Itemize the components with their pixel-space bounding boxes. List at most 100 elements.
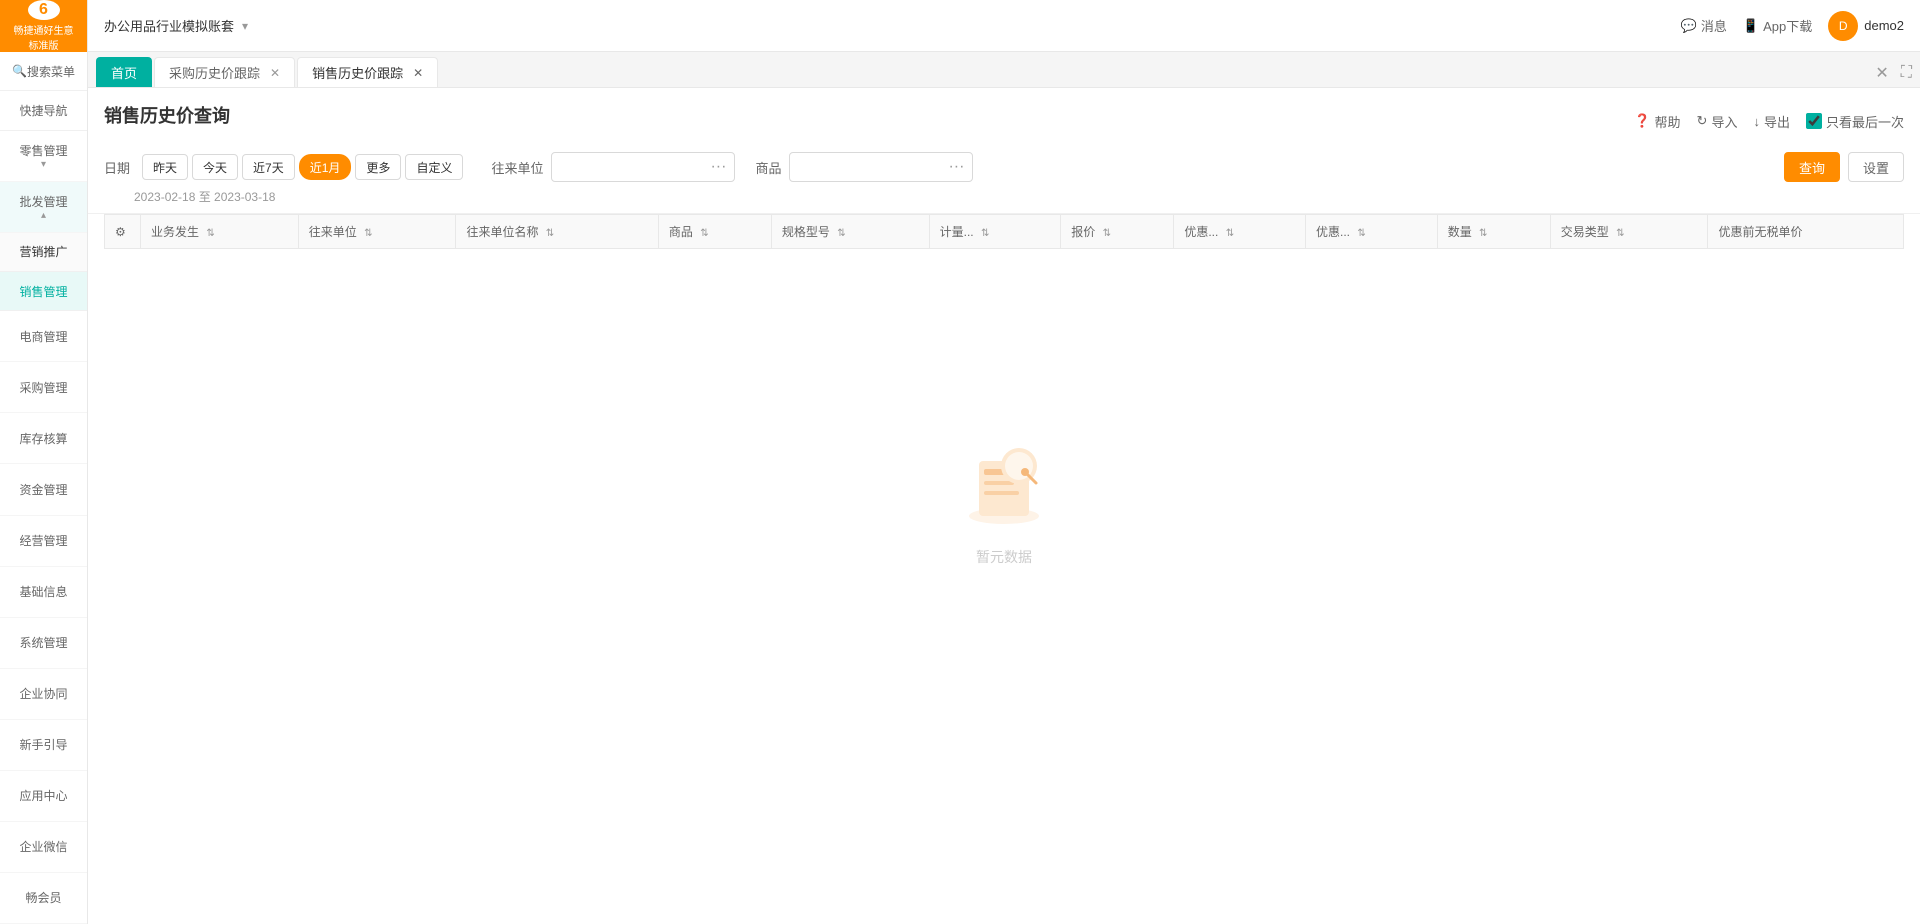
maximize-window-icon[interactable]: ⛶: [1901, 64, 1912, 82]
sidebar-item-search[interactable]: 🔍 搜索菜单: [0, 52, 88, 91]
topbar-message-btn[interactable]: 💬 消息: [1681, 16, 1727, 35]
avatar: D: [1828, 11, 1858, 41]
date-btn-more[interactable]: 更多: [355, 154, 401, 180]
sidebar-sub-item-marketing[interactable]: 营销推广: [0, 233, 88, 272]
date-btn-1month[interactable]: 近1月: [299, 154, 352, 180]
goods-input[interactable]: [798, 160, 948, 175]
date-btn-custom[interactable]: 自定义: [405, 154, 463, 180]
search-icon: 🔍: [12, 64, 27, 78]
col-partner-code-label: 往来单位: [309, 225, 357, 239]
mobile-icon: 📱: [1743, 18, 1759, 34]
sidebar-item-finance[interactable]: 资金管理: [0, 464, 88, 515]
tab-home-label: 首页: [111, 63, 137, 82]
import-btn[interactable]: ↻ 导入: [1697, 112, 1738, 131]
partner-input[interactable]: [560, 160, 710, 175]
col-spec[interactable]: 规格型号 ⇅: [771, 215, 929, 249]
sort-spec-icon[interactable]: ⇅: [837, 228, 845, 239]
col-partner-name[interactable]: 往来单位名称 ⇅: [456, 215, 658, 249]
date-btn-yesterday[interactable]: 昨天: [142, 154, 188, 180]
col-quantity-label: 数量: [1448, 225, 1472, 239]
finance-label: 资金管理: [19, 481, 67, 498]
sidebar-item-quicknav[interactable]: 快捷导航: [0, 91, 88, 130]
sidebar-item-basic[interactable]: 基础信息: [0, 567, 88, 618]
ecommerce-label: 电商管理: [19, 328, 67, 345]
sidebar-item-system[interactable]: 系统管理: [0, 618, 88, 669]
sort-quote-icon[interactable]: ⇅: [1103, 228, 1111, 239]
sort-partner-code-icon[interactable]: ⇅: [364, 228, 372, 239]
helper-buttons: ❓ 帮助 ↻ 导入 ↓ 导出 只看最后一次: [1634, 112, 1904, 131]
only-last-toggle[interactable]: 只看最后一次: [1806, 112, 1904, 131]
col-partner-code[interactable]: 往来单位 ⇅: [298, 215, 456, 249]
col-trade-type-label: 交易类型: [1561, 225, 1609, 239]
col-discount1-label: 优惠...: [1184, 225, 1218, 239]
col-trade-type[interactable]: 交易类型 ⇅: [1550, 215, 1708, 249]
sort-goods-icon[interactable]: ⇅: [700, 228, 708, 239]
only-last-checkbox[interactable]: [1806, 113, 1822, 129]
topbar-user[interactable]: D demo2: [1828, 11, 1904, 41]
sort-biz-date-icon[interactable]: ⇅: [206, 228, 214, 239]
sidebar-search-label: 搜索菜单: [27, 63, 75, 80]
sidebar-item-ecommerce[interactable]: 电商管理: [0, 311, 88, 362]
chevron-down-icon: ▾: [41, 159, 46, 170]
sort-discount1-icon[interactable]: ⇅: [1226, 228, 1234, 239]
sidebar-item-appcenter[interactable]: 应用中心: [0, 771, 88, 822]
sidebar-item-retail[interactable]: 零售管理 ▾: [0, 131, 88, 182]
sidebar-item-guide[interactable]: 新手引导: [0, 720, 88, 771]
col-discount2[interactable]: 优惠... ⇅: [1306, 215, 1438, 249]
topbar-dropdown-icon[interactable]: ▾: [242, 19, 248, 33]
message-icon: 💬: [1681, 18, 1697, 34]
query-button[interactable]: 查询: [1784, 152, 1840, 182]
sidebar-item-enterprise[interactable]: 企业协同: [0, 669, 88, 720]
tab-home[interactable]: 首页: [96, 57, 152, 87]
col-unit[interactable]: 计量... ⇅: [929, 215, 1061, 249]
sidebar-item-wholesale[interactable]: 批发管理 ▴: [0, 182, 88, 233]
col-pretax-price[interactable]: 优惠前无税单价: [1708, 215, 1904, 249]
goods-filter-label: 商品: [755, 158, 781, 177]
sort-discount2-icon[interactable]: ⇅: [1357, 228, 1365, 239]
date-btn-7days[interactable]: 近7天: [242, 154, 295, 180]
col-goods[interactable]: 商品 ⇅: [658, 215, 771, 249]
column-settings-icon[interactable]: ⚙: [115, 225, 126, 239]
sidebar-item-corpwechat[interactable]: 企业微信: [0, 822, 88, 873]
empty-icon: [954, 431, 1054, 531]
col-biz-date[interactable]: 业务发生 ⇅: [141, 215, 299, 249]
help-btn[interactable]: ❓ 帮助: [1634, 112, 1680, 131]
date-btn-today[interactable]: 今天: [192, 154, 238, 180]
col-pretax-price-label: 优惠前无税单价: [1718, 225, 1802, 239]
only-last-label: 只看最后一次: [1826, 112, 1904, 131]
sort-unit-icon[interactable]: ⇅: [981, 228, 989, 239]
chevron-up-icon: ▴: [41, 210, 46, 221]
partner-dots-icon[interactable]: ···: [710, 158, 726, 176]
sort-partner-name-icon[interactable]: ⇅: [546, 228, 554, 239]
col-quantity[interactable]: 数量 ⇅: [1437, 215, 1550, 249]
sidebar: 6 畅捷通好生意 标准版 🔍 搜索菜单 快捷导航 零售管理 ▾ 批发管理 ▴ 营…: [0, 0, 88, 924]
tab-sales-close-icon[interactable]: ✕: [413, 66, 423, 80]
date-filter-buttons: 昨天 今天 近7天 近1月 更多 自定义: [142, 154, 463, 180]
tab-purchase-close-icon[interactable]: ✕: [270, 66, 280, 80]
col-quote[interactable]: 报价 ⇅: [1061, 215, 1174, 249]
app-logo[interactable]: 6 畅捷通好生意 标准版: [0, 0, 88, 52]
inventory-label: 库存核算: [19, 430, 67, 447]
vip-label: 畅会员: [25, 889, 61, 906]
sort-quantity-icon[interactable]: ⇅: [1479, 228, 1487, 239]
date-filter-label: 日期: [104, 158, 130, 177]
tab-purchase-history[interactable]: 采购历史价跟踪 ✕: [154, 57, 295, 87]
col-discount1[interactable]: 优惠... ⇅: [1174, 215, 1306, 249]
sort-trade-type-icon[interactable]: ⇅: [1616, 228, 1624, 239]
enterprise-label: 企业协同: [19, 685, 67, 702]
sidebar-item-purchase[interactable]: 采购管理: [0, 362, 88, 413]
date-range-display: 2023-02-18 至 2023-03-18: [134, 190, 275, 204]
sidebar-item-vip[interactable]: 畅会员: [0, 873, 88, 924]
sidebar-item-operations[interactable]: 经营管理: [0, 516, 88, 567]
topbar-appdownload-btn[interactable]: 📱 App下载: [1743, 16, 1812, 35]
sidebar-item-inventory[interactable]: 库存核算: [0, 413, 88, 464]
sidebar-sub-item-sales[interactable]: 销售管理: [0, 272, 88, 311]
export-btn[interactable]: ↓ 导出: [1753, 112, 1790, 131]
col-settings[interactable]: ⚙: [105, 215, 141, 249]
logo-icon: 6: [28, 0, 60, 20]
close-window-icon[interactable]: ✕: [1875, 63, 1888, 83]
settings-button[interactable]: 设置: [1848, 152, 1904, 182]
col-biz-date-label: 业务发生: [151, 225, 199, 239]
tab-sales-history[interactable]: 销售历史价跟踪 ✕: [297, 57, 438, 87]
goods-dots-icon[interactable]: ···: [948, 158, 964, 176]
